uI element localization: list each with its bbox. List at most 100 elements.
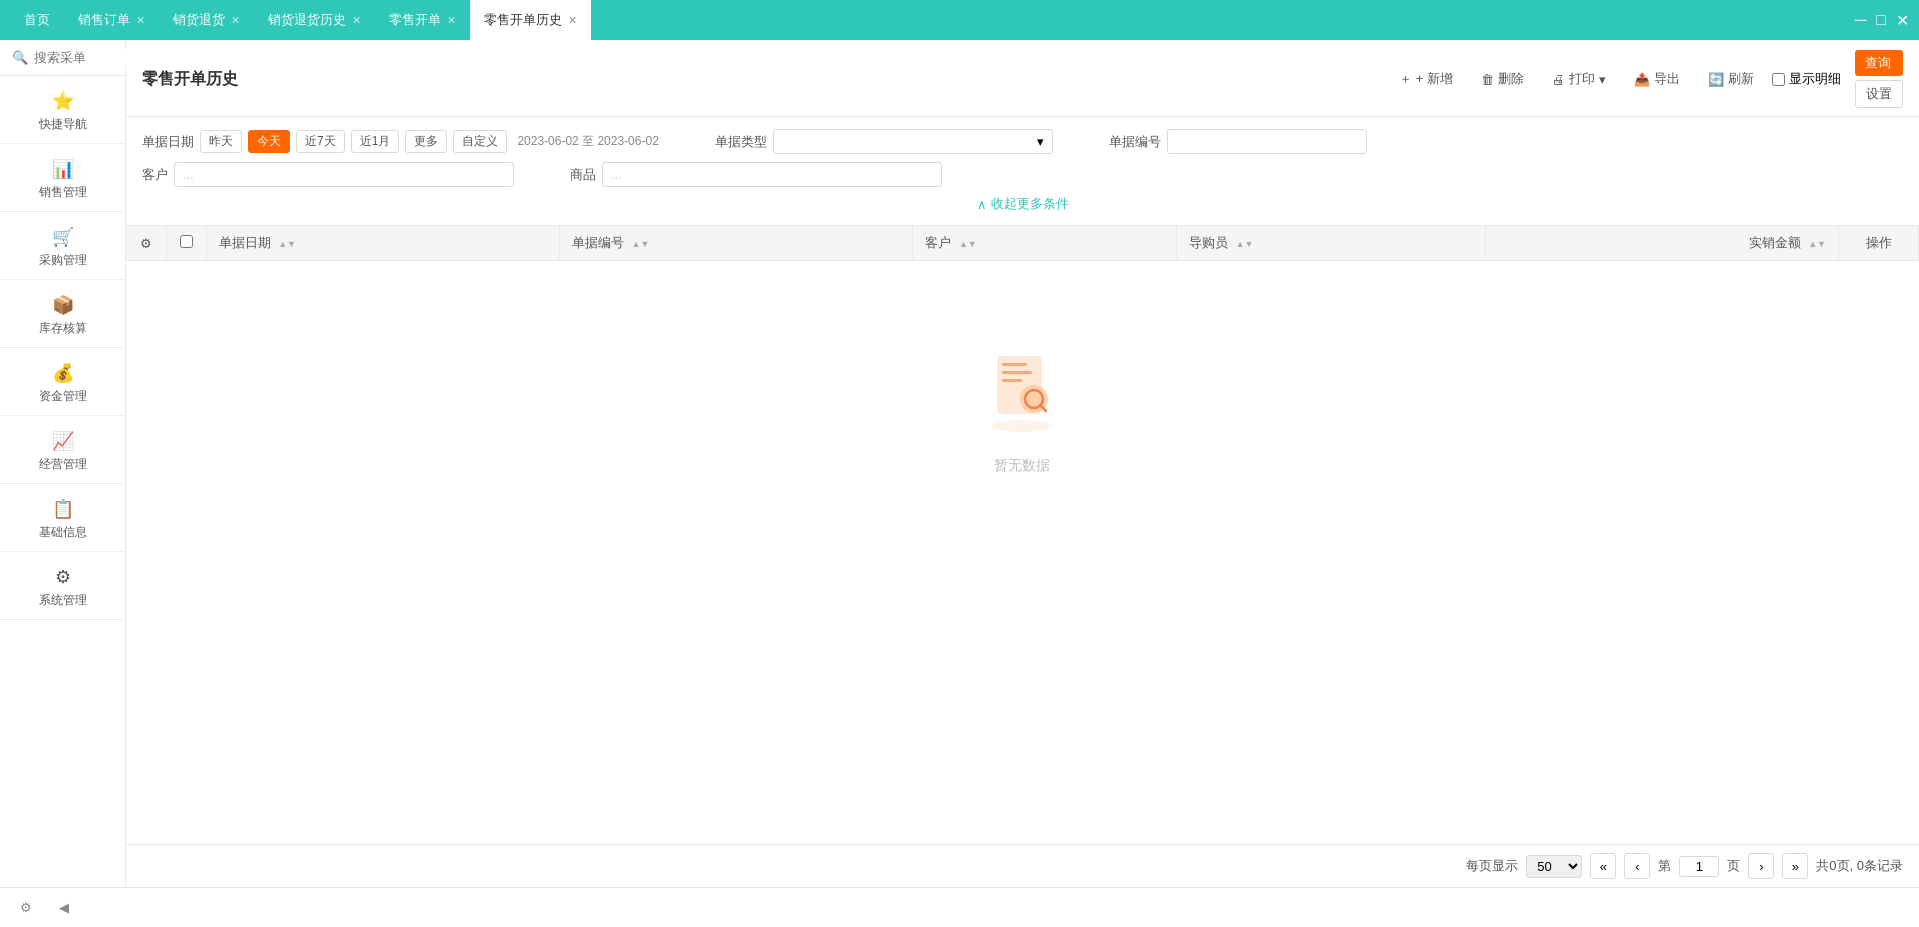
docno-sort-icon[interactable]: ▲▼ xyxy=(632,239,650,249)
tab-sales-return-close[interactable]: ✕ xyxy=(231,14,240,27)
quick-nav-label: 快捷导航 xyxy=(39,116,87,133)
operation-label: 经营管理 xyxy=(39,456,87,473)
top-nav-bar: 首页 销售订单 ✕ 销货退货 ✕ 销货退货历史 ✕ 零售开单 ✕ 零售开单历史 … xyxy=(0,0,1919,40)
sidebar-item-sales[interactable]: 📊 销售管理 xyxy=(0,144,125,212)
next-page-btn[interactable]: › xyxy=(1748,853,1774,879)
th-date: 单据日期 ▲▼ xyxy=(206,226,559,261)
bottom-collapse-icon: ◀ xyxy=(59,900,69,915)
display-detail-toggle[interactable]: 显示明细 xyxy=(1772,70,1841,88)
bottom-settings-btn[interactable]: ⚙ xyxy=(12,894,40,922)
bottom-collapse-btn[interactable]: ◀ xyxy=(50,894,78,922)
th-docno-label: 单据编号 xyxy=(572,235,624,250)
page-label-pre: 第 xyxy=(1658,857,1671,875)
settings-gear-icon[interactable]: ⚙ xyxy=(140,236,152,251)
customer-label: 客户 xyxy=(142,166,168,184)
tab-retail-open[interactable]: 零售开单 ✕ xyxy=(375,0,470,40)
docno-input[interactable] xyxy=(1167,129,1367,154)
basic-label: 基础信息 xyxy=(39,524,87,541)
customer-sort-icon[interactable]: ▲▼ xyxy=(959,239,977,249)
sidebar-item-inventory[interactable]: 📦 库存核算 xyxy=(0,280,125,348)
th-checkbox[interactable] xyxy=(166,226,206,261)
prev-page-btn[interactable]: ‹ xyxy=(1624,853,1650,879)
minimize-btn[interactable]: ─ xyxy=(1855,11,1866,29)
query-label: 查询 xyxy=(1865,54,1891,72)
sidebar-item-quick-nav[interactable]: ⭐ 快捷导航 xyxy=(0,76,125,144)
tab-retail-open-history-close[interactable]: ✕ xyxy=(568,14,577,27)
system-icon: ⚙ xyxy=(55,566,71,588)
tab-retail-open-history[interactable]: 零售开单历史 ✕ xyxy=(470,0,591,40)
tab-home-label: 首页 xyxy=(24,11,50,29)
query-button[interactable]: 查询 xyxy=(1855,50,1903,76)
th-settings[interactable]: ⚙ xyxy=(126,226,166,261)
per-page-select[interactable]: 50 10 20 100 xyxy=(1526,855,1582,878)
last-page-btn[interactable]: » xyxy=(1782,853,1808,879)
amount-sort-icon[interactable]: ▲▼ xyxy=(1808,239,1826,249)
select-all-checkbox[interactable] xyxy=(180,235,193,248)
docno-label: 单据编号 xyxy=(1109,133,1161,151)
sidebar-item-purchase[interactable]: 🛒 采购管理 xyxy=(0,212,125,280)
tab-home[interactable]: 首页 xyxy=(10,0,64,40)
display-detail-checkbox[interactable] xyxy=(1772,73,1785,86)
sales-label: 销售管理 xyxy=(39,184,87,201)
per-page-label: 每页显示 xyxy=(1466,857,1518,875)
finance-icon: 💰 xyxy=(52,362,74,384)
tab-sales-return[interactable]: 销货退货 ✕ xyxy=(159,0,254,40)
th-customer-label: 客户 xyxy=(925,235,951,250)
tab-sales-return-history-close[interactable]: ✕ xyxy=(352,14,361,27)
print-button[interactable]: 🖨 打印 ▾ xyxy=(1542,66,1616,92)
customer-value: ... xyxy=(183,167,194,182)
date-custom[interactable]: 自定义 xyxy=(453,130,507,153)
th-amount-label: 实销金额 xyxy=(1749,235,1801,250)
date-more[interactable]: 更多 xyxy=(405,130,447,153)
goods-filter: 商品 ... xyxy=(570,162,942,187)
close-btn-window[interactable]: ✕ xyxy=(1896,11,1909,30)
goods-select[interactable]: ... xyxy=(602,162,942,187)
filter-row-1: 单据日期 昨天 今天 近7天 近1月 更多 自定义 2023-06-02 至 2… xyxy=(142,129,1903,154)
data-table: ⚙ 单据日期 ▲▼ 单据编号 ▲▼ xyxy=(126,226,1919,555)
quick-nav-icon: ⭐ xyxy=(52,90,74,112)
collapse-button[interactable]: ∧ 收起更多条件 xyxy=(977,195,1069,213)
delete-button[interactable]: 🗑 删除 xyxy=(1471,66,1534,92)
collapse-row: ∧ 收起更多条件 xyxy=(142,191,1903,213)
goods-label: 商品 xyxy=(570,166,596,184)
date-today[interactable]: 今天 xyxy=(248,130,290,153)
tab-retail-open-label: 零售开单 xyxy=(389,11,441,29)
sidebar-item-operation[interactable]: 📈 经营管理 xyxy=(0,416,125,484)
export-label: 导出 xyxy=(1654,70,1680,88)
date-sort-icon[interactable]: ▲▼ xyxy=(278,239,296,249)
doctype-filter: 单据类型 ▾ xyxy=(715,129,1053,154)
sales-icon: 📊 xyxy=(52,158,74,180)
maximize-btn[interactable]: □ xyxy=(1876,11,1886,29)
customer-filter: 客户 ... xyxy=(142,162,514,187)
table-body: 暂无数据 xyxy=(126,261,1919,556)
sidebar-item-finance[interactable]: 💰 资金管理 xyxy=(0,348,125,416)
th-date-label: 单据日期 xyxy=(219,235,271,250)
th-customer: 客户 ▲▼ xyxy=(913,226,1177,261)
tab-retail-open-close[interactable]: ✕ xyxy=(447,14,456,27)
page-header: 零售开单历史 ＋ + 新增 🗑 删除 🖨 打印 ▾ 📤 导出 xyxy=(126,40,1919,117)
sidebar-item-basic[interactable]: 📋 基础信息 xyxy=(0,484,125,552)
date-7days[interactable]: 近7天 xyxy=(296,130,345,153)
doctype-label: 单据类型 xyxy=(715,133,767,151)
export-button[interactable]: 📤 导出 xyxy=(1624,66,1690,92)
add-button[interactable]: ＋ + 新增 xyxy=(1389,66,1463,92)
tab-sales-order-close[interactable]: ✕ xyxy=(136,14,145,27)
refresh-button[interactable]: 🔄 刷新 xyxy=(1698,66,1764,92)
toolbar: ＋ + 新增 🗑 删除 🖨 打印 ▾ 📤 导出 🔄 xyxy=(1389,50,1903,108)
settings-button[interactable]: 设置 xyxy=(1855,80,1903,108)
inventory-label: 库存核算 xyxy=(39,320,87,337)
date-range-text: 2023-06-02 至 2023-06-02 xyxy=(517,133,658,150)
customer-select[interactable]: ... xyxy=(174,162,514,187)
page-input[interactable] xyxy=(1679,856,1719,877)
date-1month[interactable]: 近1月 xyxy=(351,130,400,153)
tab-sales-return-history[interactable]: 销货退货历史 ✕ xyxy=(254,0,375,40)
sidebar-item-system[interactable]: ⚙ 系统管理 xyxy=(0,552,125,620)
first-page-btn[interactable]: « xyxy=(1590,853,1616,879)
salesperson-sort-icon[interactable]: ▲▼ xyxy=(1236,239,1254,249)
finance-label: 资金管理 xyxy=(39,388,87,405)
doctype-select[interactable]: ▾ xyxy=(773,129,1053,154)
display-detail-label: 显示明细 xyxy=(1789,70,1841,88)
date-yesterday[interactable]: 昨天 xyxy=(200,130,242,153)
tab-sales-order[interactable]: 销售订单 ✕ xyxy=(64,0,159,40)
total-info: 共0页, 0条记录 xyxy=(1816,857,1903,875)
